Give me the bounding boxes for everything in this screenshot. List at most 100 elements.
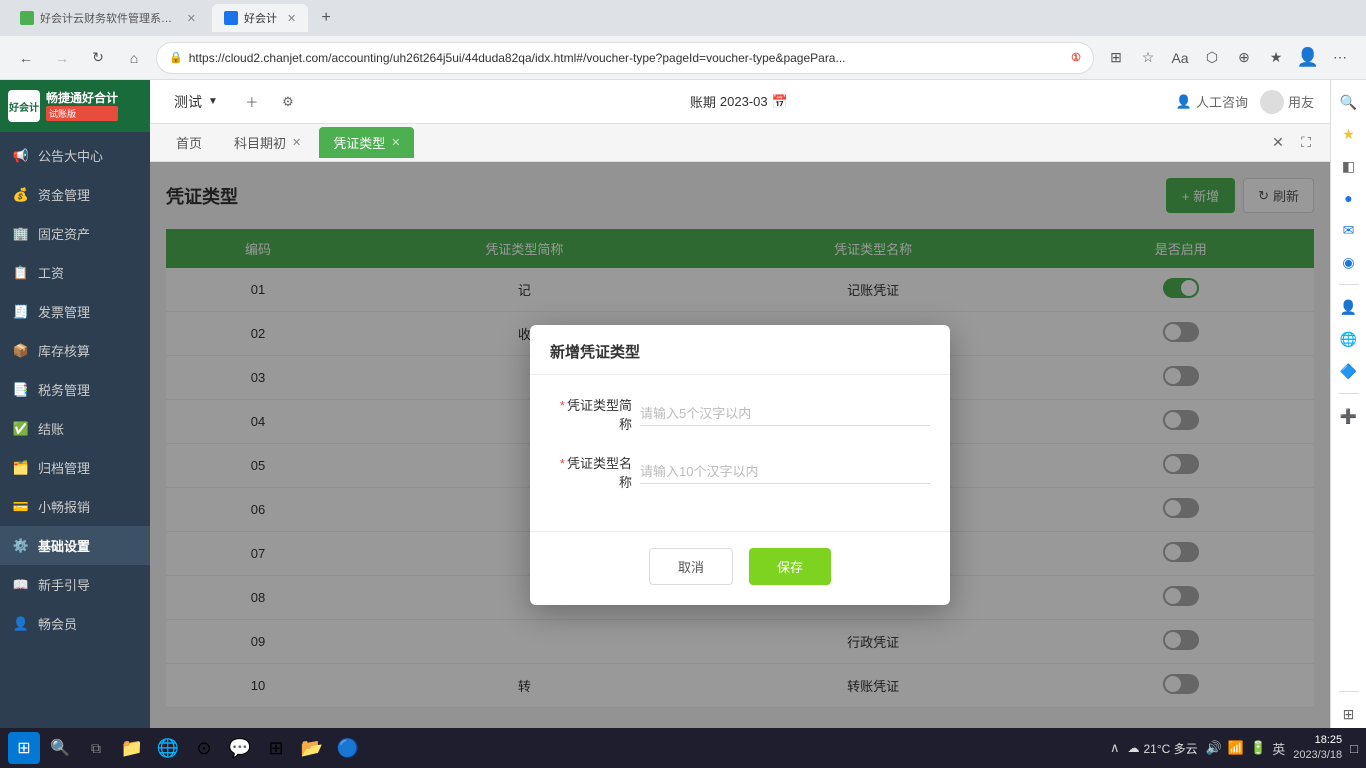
sidebar-item-settings[interactable]: ⚙️ 基础设置 bbox=[0, 526, 150, 565]
sidebar-item-tax[interactable]: 📑 税务管理 bbox=[0, 370, 150, 409]
tab-2[interactable]: 好会计 ✕ bbox=[212, 4, 308, 32]
taskbar-right: ∧ ☁ 21°C 多云 🔊 📶 🔋 英 18:25 2023/3/18 □ bbox=[1110, 733, 1358, 764]
read-mode-btn[interactable]: Aa bbox=[1166, 44, 1194, 72]
workspace-name: 测试 bbox=[174, 92, 202, 112]
sidebar-item-funds[interactable]: 💰 资金管理 bbox=[0, 175, 150, 214]
profile-btn[interactable]: 👤 bbox=[1294, 44, 1322, 72]
app-header: 测试 ▼ ＋ ⚙ 账期 2023-03 📅 👤 人工咨询 用友 bbox=[150, 80, 1330, 124]
tab-2-close[interactable]: ✕ bbox=[287, 12, 296, 25]
tab-close-all-btn[interactable]: ✕ bbox=[1266, 131, 1290, 155]
tab-home[interactable]: 首页 bbox=[162, 127, 216, 158]
support-button[interactable]: 👤 人工咨询 bbox=[1176, 92, 1248, 111]
battery-icon[interactable]: 🔋 bbox=[1250, 740, 1266, 756]
extensions-btn[interactable]: ⊞ bbox=[1102, 44, 1130, 72]
sidebar-item-salary[interactable]: 📋 工资 bbox=[0, 253, 150, 292]
bookmark-btn[interactable]: ☆ bbox=[1134, 44, 1162, 72]
browser-chrome: 好会计云财务软件管理系统_会计 ✕ 好会计 ✕ + ← → ↻ ⌂ 🔒 http… bbox=[0, 0, 1366, 80]
tabs-right-actions: ✕ ⛶ bbox=[1266, 131, 1318, 155]
start-button[interactable]: ⊞ bbox=[8, 732, 40, 764]
header-actions: ＋ ⚙ bbox=[238, 88, 302, 116]
right-blue-btn1[interactable]: ● bbox=[1335, 184, 1363, 212]
taskbar-chrome[interactable]: ⊙ bbox=[188, 732, 220, 764]
taskbar-search[interactable]: 🔍 bbox=[44, 732, 76, 764]
network-icon[interactable]: 📶 bbox=[1228, 740, 1244, 756]
form-input-name[interactable] bbox=[640, 460, 930, 484]
content-area: 凭证类型 + 新增 ↻ 刷新 编码 凭证类型简称 凭证类型名称 是否启用 bbox=[150, 162, 1330, 768]
sidebar-item-archive-label: 归档管理 bbox=[38, 458, 90, 477]
add-workspace-btn[interactable]: ＋ bbox=[238, 88, 266, 116]
sidebar-item-expense[interactable]: 💳 小畅报销 bbox=[0, 487, 150, 526]
workspace-select[interactable]: 测试 ▼ bbox=[166, 88, 226, 116]
volume-icon[interactable]: 🔊 bbox=[1206, 740, 1222, 756]
right-add-btn[interactable]: ➕ bbox=[1335, 402, 1363, 430]
lang-indicator[interactable]: 英 bbox=[1272, 739, 1285, 758]
tab-1[interactable]: 好会计云财务软件管理系统_会计 ✕ bbox=[8, 4, 208, 32]
sidebar-menu: 📢 公告大中心 💰 资金管理 🏢 固定资产 📋 工资 🧾 发票管理 📦 bbox=[0, 132, 150, 735]
settings-gear-btn[interactable]: ⚙ bbox=[274, 88, 302, 116]
taskbar-folder[interactable]: 📂 bbox=[296, 732, 328, 764]
back-button[interactable]: ← bbox=[12, 44, 40, 72]
right-diamond-btn[interactable]: 🔷 bbox=[1335, 357, 1363, 385]
taskbar-clock[interactable]: 18:25 2023/3/18 bbox=[1293, 733, 1342, 764]
right-panel: 🔍 ★ ◧ ● ✉ ◉ 👤 🌐 🔷 ➕ ⊞ ⚙ bbox=[1330, 80, 1366, 768]
form-input-abbr[interactable] bbox=[640, 402, 930, 426]
sidebar-item-assets[interactable]: 🏢 固定资产 bbox=[0, 214, 150, 253]
tab-voucher-type-close[interactable]: ✕ bbox=[391, 136, 400, 149]
taskbar-edge-icon: 🌐 bbox=[157, 738, 179, 759]
sidebar-item-member[interactable]: 👤 畅会员 bbox=[0, 604, 150, 643]
tab-maximize-btn[interactable]: ⛶ bbox=[1294, 131, 1318, 155]
right-mail-btn[interactable]: ✉ bbox=[1335, 216, 1363, 244]
tab-voucher-type[interactable]: 凭证类型 ✕ bbox=[319, 127, 414, 158]
taskbar-app5[interactable]: ⊞ bbox=[260, 732, 292, 764]
sidebar-item-guide[interactable]: 📖 新手引导 bbox=[0, 565, 150, 604]
taskbar-task-view[interactable]: ⧉ bbox=[80, 732, 112, 764]
url-bar[interactable]: 🔒 https://cloud2.chanjet.com/accounting/… bbox=[156, 42, 1094, 74]
taskbar-edge[interactable]: 🌐 bbox=[152, 732, 184, 764]
sidebar-item-assets-label: 固定资产 bbox=[38, 224, 90, 243]
taskbar-sys-icons: ∧ bbox=[1110, 740, 1120, 756]
taskbar-chevron-icon[interactable]: ∧ bbox=[1110, 740, 1120, 756]
logo-icon: 好会计 bbox=[8, 90, 40, 122]
right-globe-btn[interactable]: 🌐 bbox=[1335, 325, 1363, 353]
form-label-abbr: 凭证类型简称 bbox=[550, 395, 640, 433]
taskbar-task-icon: ⧉ bbox=[91, 740, 101, 757]
right-view-btn[interactable]: ◧ bbox=[1335, 152, 1363, 180]
sidebar-item-invoice[interactable]: 🧾 发票管理 bbox=[0, 292, 150, 331]
tab-subject-close[interactable]: ✕ bbox=[292, 136, 301, 149]
tab-1-close[interactable]: ✕ bbox=[187, 12, 196, 25]
save-button[interactable]: 保存 bbox=[749, 548, 831, 585]
show-desktop-btn[interactable]: □ bbox=[1350, 741, 1358, 756]
sidebar-item-closing-label: 结账 bbox=[38, 419, 64, 438]
right-star-btn[interactable]: ★ bbox=[1335, 120, 1363, 148]
sidebar-item-inventory[interactable]: 📦 库存核算 bbox=[0, 331, 150, 370]
user-button[interactable]: 用友 bbox=[1260, 90, 1314, 114]
clock-time: 18:25 bbox=[1293, 733, 1342, 748]
share-btn[interactable]: ⬡ bbox=[1198, 44, 1226, 72]
forward-button[interactable]: → bbox=[48, 44, 76, 72]
right-grid-btn[interactable]: ⊞ bbox=[1335, 700, 1363, 728]
reload-button[interactable]: ↻ bbox=[84, 44, 112, 72]
sidebar-item-archive[interactable]: 🗂️ 归档管理 bbox=[0, 448, 150, 487]
more-btn[interactable]: ⋯ bbox=[1326, 44, 1354, 72]
home-button[interactable]: ⌂ bbox=[120, 44, 148, 72]
sidebar-item-closing[interactable]: ✅ 结账 bbox=[0, 409, 150, 448]
taskbar-chrome-icon: ⊙ bbox=[196, 738, 211, 759]
tab-subject[interactable]: 科目期初 ✕ bbox=[220, 127, 315, 158]
taskbar-sys-lang: 🔊 📶 🔋 英 bbox=[1206, 739, 1286, 758]
collections-btn[interactable]: ⊕ bbox=[1230, 44, 1258, 72]
right-search-btn[interactable]: 🔍 bbox=[1335, 88, 1363, 116]
taskbar-msedge2[interactable]: 🔵 bbox=[332, 732, 364, 764]
logo-text-block: 畅捷通好合计 试账版 bbox=[46, 91, 118, 122]
right-user-btn[interactable]: 👤 bbox=[1335, 293, 1363, 321]
new-tab-button[interactable]: + bbox=[312, 4, 340, 32]
cancel-button[interactable]: 取消 bbox=[649, 548, 733, 585]
closing-icon: ✅ bbox=[12, 420, 30, 438]
address-bar: ← → ↻ ⌂ 🔒 https://cloud2.chanjet.com/acc… bbox=[0, 36, 1366, 80]
right-blue-btn2[interactable]: ◉ bbox=[1335, 248, 1363, 276]
sidebar-item-notices[interactable]: 📢 公告大中心 bbox=[0, 136, 150, 175]
period-label: 账期 bbox=[690, 92, 716, 111]
favorites-btn[interactable]: ★ bbox=[1262, 44, 1290, 72]
taskbar-explorer[interactable]: 📁 bbox=[116, 732, 148, 764]
taskbar-wechat[interactable]: 💬 bbox=[224, 732, 256, 764]
user-avatar bbox=[1260, 90, 1284, 114]
